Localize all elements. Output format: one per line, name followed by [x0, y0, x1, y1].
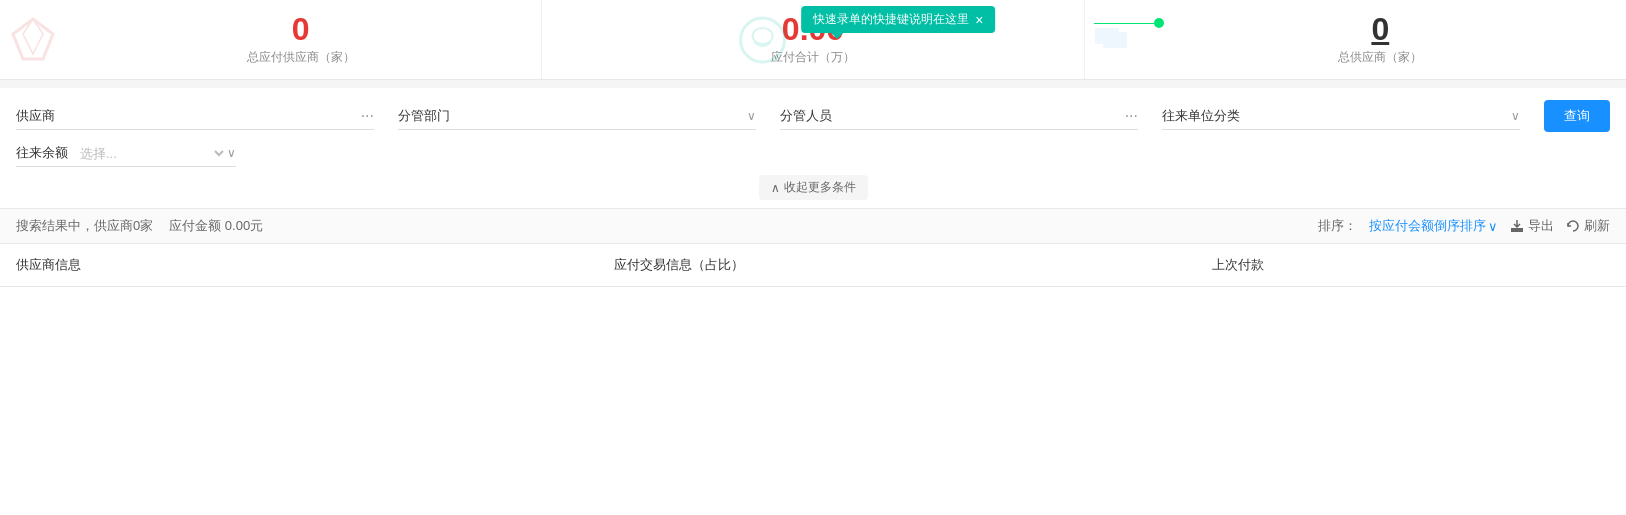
results-bar: 搜索结果中，供应商0家 应付金额 0.00元 排序： 按应付会额倒序排序 ∨ 导… [0, 209, 1626, 244]
filter-balance: 往来余额 选择... ∨ [16, 140, 236, 167]
total-suppliers-number: 0 [1371, 13, 1389, 45]
collapse-row: ∧ 收起更多条件 [16, 175, 1610, 200]
search-result-label: 搜索结果中，供应商0家 [16, 217, 153, 235]
refresh-icon [1566, 219, 1580, 233]
export-icon [1510, 219, 1524, 233]
col-supplier-header: 供应商信息 [16, 256, 614, 274]
balance-select[interactable]: 选择... [76, 145, 227, 162]
sort-prefix: 排序： [1318, 217, 1357, 235]
supplier-input[interactable] [74, 108, 361, 123]
export-button[interactable]: 导出 [1510, 217, 1554, 235]
department-input[interactable] [458, 108, 747, 123]
stat-total-suppliers: 0 总供应商（家） [1085, 0, 1626, 79]
total-suppliers-label: 总供应商（家） [1338, 49, 1422, 66]
balance-label: 往来余额 [16, 144, 68, 162]
filter-manager: 分管人员 ··· [780, 103, 1138, 130]
filter-supplier: 供应商 ··· [16, 103, 374, 130]
svg-rect-5 [1103, 32, 1127, 48]
filter-row-2: 往来余额 选择... ∨ [16, 140, 1610, 167]
col-transaction-header: 应付交易信息（占比） [614, 256, 1212, 274]
total-payable-suppliers-label: 总应付供应商（家） [247, 49, 355, 66]
department-arrow[interactable]: ∨ [747, 109, 756, 123]
filter-section: 供应商 ··· 分管部门 ∨ 分管人员 ··· 往来单位分类 ∨ 查询 往来余额 [0, 88, 1626, 209]
cards-icon [1093, 24, 1153, 54]
supplier-label: 供应商 [16, 107, 66, 125]
shortcut-tooltip: 快速录单的快捷键说明在这里 × [801, 6, 995, 33]
col-lastpay-header: 上次付款 [1212, 256, 1611, 274]
collapse-icon: ∧ [771, 181, 780, 195]
table-body [0, 287, 1626, 515]
svg-rect-7 [1511, 230, 1523, 232]
department-label: 分管部门 [398, 107, 450, 125]
sort-value: 按应付会额倒序排序 [1369, 217, 1486, 235]
stats-bar: 0 总应付供应商（家） 0.00 应付合计（万） 快速录单的快捷键说明在这里 × [0, 0, 1626, 80]
collapse-button[interactable]: ∧ 收起更多条件 [759, 175, 868, 200]
supplier-dots[interactable]: ··· [361, 107, 374, 125]
amount-label: 应付金额 0.00元 [169, 217, 263, 235]
results-left: 搜索结果中，供应商0家 应付金额 0.00元 [16, 217, 263, 235]
svg-rect-6 [1511, 228, 1523, 230]
export-label: 导出 [1528, 217, 1554, 235]
sort-arrow: ∨ [1488, 219, 1498, 234]
svg-point-2 [741, 18, 785, 62]
manager-input[interactable] [840, 108, 1125, 123]
collapse-label: 收起更多条件 [784, 179, 856, 196]
diamond-icon [8, 14, 58, 64]
stat-total-payable-suppliers: 0 总应付供应商（家） [0, 0, 542, 79]
unit-class-arrow[interactable]: ∨ [1511, 109, 1520, 123]
manager-dots[interactable]: ··· [1125, 107, 1138, 125]
total-payable-suppliers-number: 0 [292, 13, 310, 45]
filter-unit-class: 往来单位分类 ∨ [1162, 103, 1520, 130]
refresh-button[interactable]: 刷新 [1566, 217, 1610, 235]
stat-payable-total: 0.00 应付合计（万） 快速录单的快捷键说明在这里 × [542, 0, 1084, 79]
filter-row-1: 供应商 ··· 分管部门 ∨ 分管人员 ··· 往来单位分类 ∨ 查询 [16, 100, 1610, 132]
results-right: 排序： 按应付会额倒序排序 ∨ 导出 刷新 [1318, 217, 1610, 235]
tooltip-close-btn[interactable]: × [975, 13, 983, 27]
unit-class-label: 往来单位分类 [1162, 107, 1240, 125]
unit-class-input[interactable] [1248, 108, 1511, 123]
tooltip-text: 快速录单的快捷键说明在这里 [813, 11, 969, 28]
manager-label: 分管人员 [780, 107, 832, 125]
refresh-label: 刷新 [1584, 217, 1610, 235]
table-header: 供应商信息 应付交易信息（占比） 上次付款 [0, 244, 1626, 287]
filter-department: 分管部门 ∨ [398, 103, 756, 130]
bag-icon [735, 12, 791, 68]
sort-select[interactable]: 按应付会额倒序排序 ∨ [1369, 217, 1498, 235]
query-button[interactable]: 查询 [1544, 100, 1610, 132]
balance-arrow[interactable]: ∨ [227, 146, 236, 160]
